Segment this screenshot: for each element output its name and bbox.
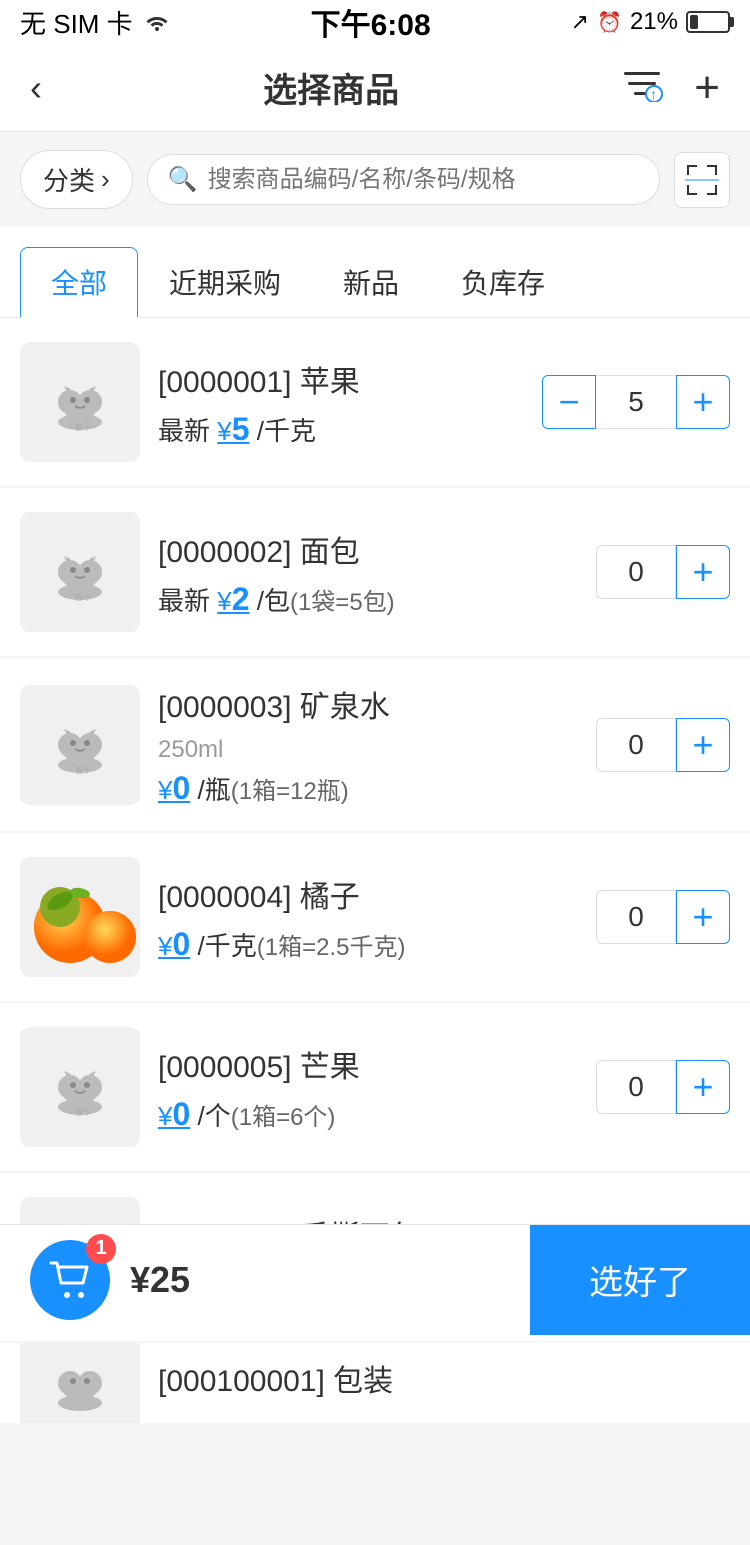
- qty-plus-button[interactable]: +: [676, 545, 730, 599]
- battery-icon: [686, 11, 730, 33]
- status-left: 无 SIM 卡: [20, 4, 171, 41]
- product-info-000100001: [000100001] 包装: [158, 1356, 730, 1410]
- product-name: [0000002] 面包: [158, 527, 578, 571]
- product-name: [0000004] 橘子: [158, 872, 578, 916]
- product-name: [0000003] 矿泉水: [158, 682, 578, 726]
- list-item: 智十 [0000002] 面包 最新 ¥2 /包(1袋=5包) +: [0, 488, 750, 656]
- tab-recent[interactable]: 近期采购: [138, 247, 312, 317]
- back-button[interactable]: ‹: [30, 67, 42, 109]
- tab-bar: 全部 近期采购 新品 负库存: [0, 227, 750, 318]
- product-name: [000100001] 包装: [158, 1356, 730, 1400]
- qty-control-0000005: +: [596, 1060, 730, 1114]
- product-price: 最新 ¥2 /包(1袋=5包): [158, 581, 578, 618]
- page-title: 选择商品: [263, 63, 399, 112]
- search-box[interactable]: 🔍: [147, 154, 660, 205]
- qty-plus-button[interactable]: +: [676, 375, 730, 429]
- carrier-text: 无 SIM 卡: [20, 4, 133, 41]
- svg-text:智十: 智十: [75, 1107, 91, 1117]
- product-image-0000005: 智十: [20, 1027, 140, 1147]
- qty-plus-button[interactable]: +: [676, 1060, 730, 1114]
- list-item: [000100001] 包装: [0, 1343, 750, 1423]
- product-info-0000003: [0000003] 矿泉水 250ml ¥0 /瓶(1箱=12瓶): [158, 682, 578, 807]
- category-label: 分类: [43, 161, 95, 198]
- list-item: 智十 [0000001] 苹果 最新 ¥5 /千克 − +: [0, 318, 750, 486]
- qty-plus-button[interactable]: +: [676, 890, 730, 944]
- search-input[interactable]: [208, 166, 639, 194]
- qty-control-0000001: − +: [542, 375, 730, 429]
- product-list: 智十 [0000001] 苹果 最新 ¥5 /千克 − +: [0, 318, 750, 1545]
- product-image-0000004: [20, 857, 140, 977]
- product-name: [0000001] 苹果: [158, 357, 524, 401]
- qty-input[interactable]: [596, 375, 676, 429]
- add-icon[interactable]: +: [694, 63, 720, 113]
- bottom-bar: 1 ¥25 选好了: [0, 1224, 750, 1334]
- cart-badge: 1: [86, 1234, 116, 1264]
- tab-negative-stock[interactable]: 负库存: [430, 247, 576, 317]
- cart-button[interactable]: 1: [30, 1240, 110, 1320]
- cart-total: ¥25: [130, 1259, 190, 1301]
- filter-icon[interactable]: ↑: [620, 66, 664, 109]
- nav-actions: ↑ +: [620, 63, 720, 113]
- list-item: 智十 [0000005] 芒果 ¥0 /个(1箱=6个) +: [0, 1003, 750, 1171]
- scan-button[interactable]: [674, 152, 730, 208]
- qty-control-0000004: +: [596, 890, 730, 944]
- status-bar: 无 SIM 卡 下午6:08 ↗ ⏰ 21%: [0, 0, 750, 44]
- qty-input[interactable]: [596, 545, 676, 599]
- qty-plus-button[interactable]: +: [676, 718, 730, 772]
- product-info-0000002: [0000002] 面包 最新 ¥2 /包(1袋=5包): [158, 527, 578, 618]
- confirm-button[interactable]: 选好了: [530, 1225, 750, 1335]
- product-price: ¥0 /瓶(1箱=12瓶): [158, 770, 578, 807]
- qty-input[interactable]: [596, 718, 676, 772]
- product-image-0000003: 智十: [20, 685, 140, 805]
- svg-text:智十: 智十: [75, 592, 91, 602]
- product-info-0000001: [0000001] 苹果 最新 ¥5 /千克: [158, 357, 524, 448]
- alarm-icon: ⏰: [597, 10, 622, 35]
- product-name: [0000005] 芒果: [158, 1042, 578, 1086]
- product-spec: 250ml: [158, 736, 578, 764]
- product-price: ¥0 /千克(1箱=2.5千克): [158, 926, 578, 963]
- category-chevron: ›: [101, 164, 110, 195]
- status-right: ↗ ⏰ 21%: [571, 8, 730, 36]
- qty-input[interactable]: [596, 1060, 676, 1114]
- qty-input[interactable]: [596, 890, 676, 944]
- filter-bar: 分类 › 🔍: [0, 132, 750, 227]
- svg-text:智十: 智十: [75, 422, 91, 432]
- wifi-icon: [143, 7, 171, 38]
- category-button[interactable]: 分类 ›: [20, 150, 133, 209]
- nav-bar: ‹ 选择商品 ↑ +: [0, 44, 750, 132]
- svg-text:↑: ↑: [650, 86, 657, 102]
- tab-new[interactable]: 新品: [312, 247, 430, 317]
- product-price: 最新 ¥5 /千克: [158, 411, 524, 448]
- svg-text:智十: 智十: [75, 765, 91, 775]
- qty-minus-button[interactable]: −: [542, 375, 596, 429]
- location-icon: ↗: [571, 9, 589, 35]
- list-item: 智十 [0000003] 矿泉水 250ml ¥0 /瓶(1箱=12瓶) +: [0, 658, 750, 831]
- product-price: ¥0 /个(1箱=6个): [158, 1096, 578, 1133]
- tab-all[interactable]: 全部: [20, 247, 138, 318]
- qty-control-0000003: +: [596, 718, 730, 772]
- product-info-0000005: [0000005] 芒果 ¥0 /个(1箱=6个): [158, 1042, 578, 1133]
- search-icon: 🔍: [168, 165, 198, 194]
- product-image-000100001: [20, 1343, 140, 1423]
- cart-area: 1 ¥25: [0, 1240, 530, 1320]
- product-info-0000004: [0000004] 橘子 ¥0 /千克(1箱=2.5千克): [158, 872, 578, 963]
- product-image-0000001: 智十: [20, 342, 140, 462]
- list-item: [0000004] 橘子 ¥0 /千克(1箱=2.5千克) +: [0, 833, 750, 1001]
- battery-percent: 21%: [630, 8, 678, 36]
- qty-control-0000002: +: [596, 545, 730, 599]
- status-time: 下午6:08: [311, 0, 431, 44]
- product-image-0000002: 智十: [20, 512, 140, 632]
